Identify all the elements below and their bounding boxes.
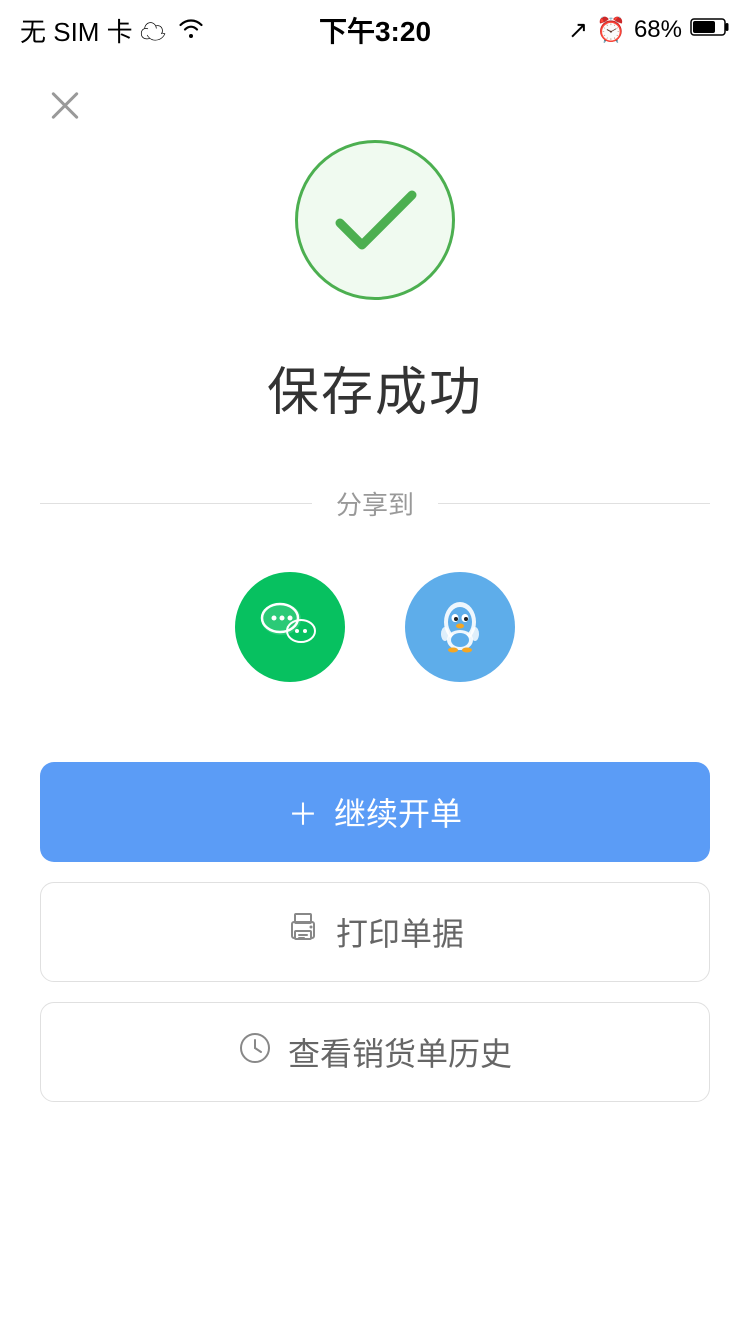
printer-icon (286, 912, 320, 952)
print-button[interactable]: 打印单据 (40, 882, 710, 982)
print-label: 打印单据 (336, 909, 464, 955)
continue-label: 继续开单 (334, 789, 462, 835)
divider-right (438, 503, 710, 504)
qq-share-button[interactable] (405, 572, 515, 682)
wifi-icon (176, 15, 206, 46)
wechat-share-button[interactable] (235, 572, 345, 682)
share-label: 分享到 (312, 485, 438, 522)
clock-icon (238, 1031, 272, 1073)
divider-left (40, 503, 312, 504)
history-button[interactable]: 查看销货单历史 (40, 1002, 710, 1102)
qq-icon (427, 594, 493, 660)
no-sim-text: 无 SIM 卡 ☁ (20, 12, 166, 49)
close-button[interactable] (40, 80, 90, 130)
main-content: 保存成功 分享到 (0, 60, 750, 1102)
status-right: ↗ ⏰ 68% (568, 16, 730, 45)
continue-button[interactable]: ＋ 继续开单 (40, 762, 710, 862)
battery-text: 68% (634, 16, 682, 44)
battery-icon (690, 16, 730, 44)
share-section: 分享到 (0, 485, 750, 522)
status-time: 下午3:20 (319, 10, 431, 50)
wechat-icon (257, 599, 323, 655)
success-title: 保存成功 (267, 350, 483, 425)
location-icon: ↗ (568, 16, 588, 45)
checkmark-icon (330, 185, 420, 255)
share-icons (235, 572, 515, 682)
history-label: 查看销货单历史 (288, 1029, 512, 1075)
plus-icon: ＋ (288, 790, 318, 834)
alarm-icon: ⏰ (596, 16, 626, 45)
action-buttons: ＋ 继续开单 打印单据 (0, 762, 750, 1102)
status-bar: 无 SIM 卡 ☁ 下午3:20 ↗ ⏰ 68% (0, 0, 750, 60)
success-icon-container (295, 140, 455, 300)
status-left: 无 SIM 卡 ☁ (20, 12, 206, 49)
